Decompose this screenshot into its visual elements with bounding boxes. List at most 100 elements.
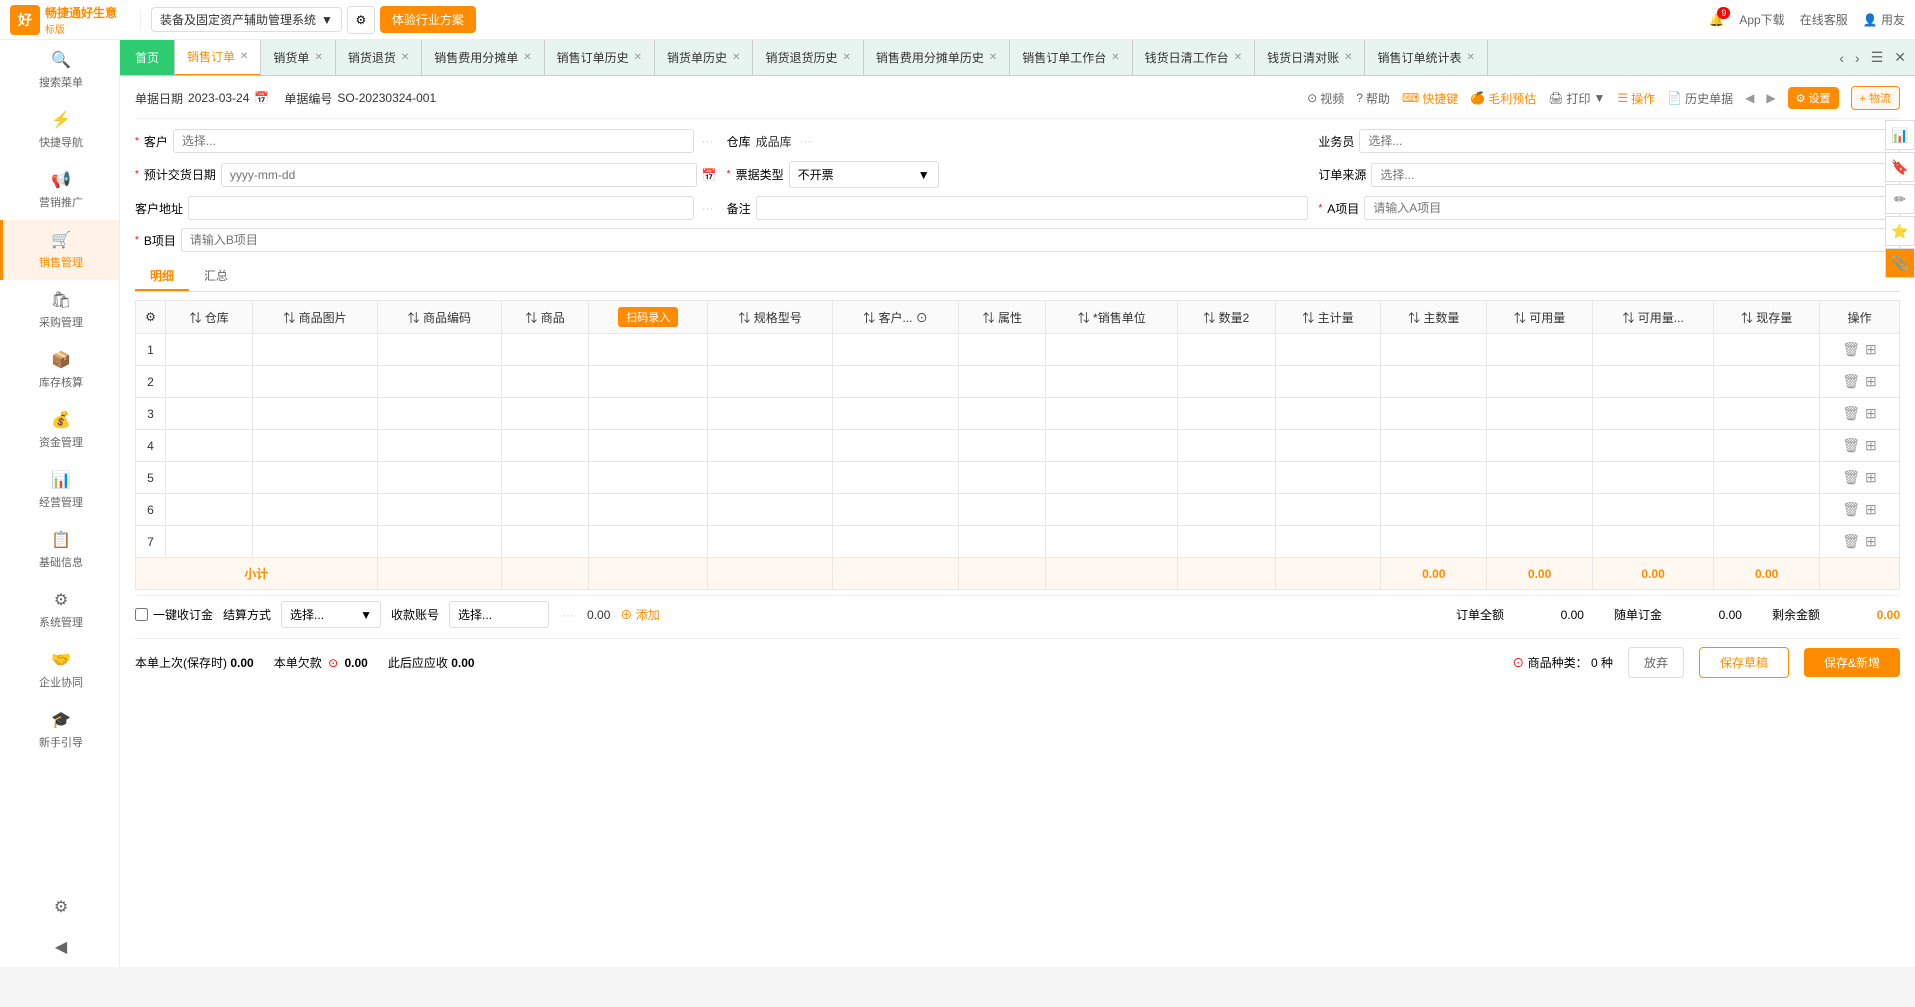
copy-row-icon[interactable]: ⊞ [1865,469,1877,486]
customer-more-btn[interactable]: ··· [699,134,717,148]
tab-close-all-btn[interactable]: ✕ [1890,47,1910,68]
logistics-float-btn[interactable]: + 物流 [1851,86,1900,110]
side-btn-1[interactable]: 📊 [1885,120,1915,150]
tab-sales_order[interactable]: 销售订单✕ [175,40,261,76]
customer-addr-input[interactable] [188,196,694,220]
side-btn-5[interactable]: 📎 [1885,248,1915,278]
detail-tab-detail[interactable]: 明细 [135,262,189,291]
sidebar-item-collapse[interactable]: ◀ [0,927,119,967]
sidebar-item-sales[interactable]: 🛒销售管理 [0,220,119,280]
shortcut-btn[interactable]: ⌨ 快捷键 [1402,90,1458,107]
tab-home[interactable]: 首页 [120,40,175,76]
delivery-date-input[interactable] [221,163,697,187]
history-btn[interactable]: 📄 历史单据 [1667,90,1733,107]
copy-row-icon[interactable]: ⊞ [1865,341,1877,358]
side-btn-2[interactable]: 🔖 [1885,152,1915,182]
tab-close-sales_order[interactable]: ✕ [240,51,248,62]
calendar-icon[interactable]: 📅 [254,91,269,105]
help-btn[interactable]: ? 帮助 [1356,90,1390,107]
tab-next-btn[interactable]: › [1851,48,1864,68]
notification-bell[interactable]: 🔔 9 [1709,13,1724,27]
delete-row-icon[interactable]: 🗑 [1842,501,1860,518]
sidebar-item-finance[interactable]: 💰资金管理 [0,400,119,460]
tab-sales_expense_split[interactable]: 销售费用分摊单✕ [422,40,544,76]
dots-btn[interactable]: ··· [559,608,577,622]
side-btn-3[interactable]: ✏ [1885,184,1915,214]
sidebar-item-enterprise[interactable]: 🤝企业协同 [0,640,119,700]
tab-close-sales_order_workbench[interactable]: ✕ [1111,52,1119,63]
sidebar-item-settings[interactable]: ⚙ [0,887,119,927]
one-click-label[interactable]: 一键收订金 [135,606,213,623]
account-select[interactable]: 选择... [449,601,549,628]
user-avatar[interactable]: 👤 用友 [1863,11,1905,28]
settings-icon[interactable]: ⚙ [347,6,375,34]
tab-close-sales_return[interactable]: ✕ [314,52,322,63]
copy-row-icon[interactable]: ⊞ [1865,501,1877,518]
tab-sales_return_history[interactable]: 销货单历史✕ [655,40,753,76]
industry-btn[interactable]: 体验行业方案 [380,6,476,33]
sidebar-item-search[interactable]: 🔍搜索菜单 [0,40,119,100]
scan-btn[interactable]: 扫码录入 [618,307,678,327]
app-download-link[interactable]: App下载 [1739,11,1784,28]
add-payment-btn[interactable]: ⊕ 添加 [620,606,659,623]
next-record-btn[interactable]: ▶ [1766,91,1775,105]
delete-row-icon[interactable]: 🗑 [1842,405,1860,422]
tab-sales_refund_history[interactable]: 销货退货历史✕ [753,40,863,76]
tab-prev-btn[interactable]: ‹ [1835,48,1848,68]
copy-row-icon[interactable]: ⊞ [1865,405,1877,422]
online-support-link[interactable]: 在线客服 [1800,11,1848,28]
tab-close-receivable_reconcile[interactable]: ✕ [1344,52,1352,63]
tab-close-sales_return_history[interactable]: ✕ [732,52,740,63]
view-btn[interactable]: ⊙ 视频 [1307,90,1344,107]
copy-row-icon[interactable]: ⊞ [1865,373,1877,390]
project-b-input[interactable] [181,228,1900,252]
tab-sales_stats[interactable]: 销售订单统计表✕ [1365,40,1487,76]
sidebar-item-marketing[interactable]: 📢营销推广 [0,160,119,220]
warehouse-more-btn[interactable]: ··· [797,134,815,148]
prev-record-btn[interactable]: ◀ [1745,91,1754,105]
copy-row-icon[interactable]: ⊞ [1865,533,1877,550]
discard-btn[interactable]: 放弃 [1628,647,1684,678]
tab-close-sales_refund[interactable]: ✕ [401,52,409,63]
customer-input[interactable] [173,129,694,153]
order-source-input[interactable] [1371,163,1900,187]
delete-row-icon[interactable]: 🗑 [1842,437,1860,454]
save-draft-btn[interactable]: 保存草稿 [1699,647,1789,678]
side-btn-4[interactable]: ⭐ [1885,216,1915,246]
tab-close-sales_expense_history[interactable]: ✕ [989,52,997,63]
tab-sales_order_history[interactable]: 销售订单历史✕ [545,40,655,76]
tab-sales_order_workbench[interactable]: 销售订单工作台✕ [1010,40,1132,76]
sidebar-item-inventory[interactable]: 📦库存核算 [0,340,119,400]
sidebar-item-purchase[interactable]: 🛍采购管理 [0,280,119,340]
print-btn[interactable]: 🖨 打印 ▼ [1548,90,1605,107]
sidebar-item-system[interactable]: ⚙系统管理 [0,580,119,640]
one-click-checkbox[interactable] [135,608,148,621]
sidebar-item-basic[interactable]: 📋基础信息 [0,520,119,580]
save-new-btn[interactable]: 保存&新增 [1804,648,1900,677]
staff-input[interactable] [1359,129,1900,153]
sidebar-item-quicknav[interactable]: ⚡快捷导航 [0,100,119,160]
sidebar-item-operation[interactable]: 📊经营管理 [0,460,119,520]
delete-row-icon[interactable]: 🗑 [1842,341,1860,358]
delivery-calendar-icon[interactable]: 📅 [702,168,717,182]
customer-addr-more-btn[interactable]: ··· [699,201,717,215]
operations-btn[interactable]: ☰ 操作 [1617,90,1655,107]
profit-btn[interactable]: 🍊 毛利预估 [1470,90,1536,107]
tab-close-sales_refund_history[interactable]: ✕ [842,52,850,63]
note-input[interactable] [756,196,1309,220]
sidebar-item-guide[interactable]: 🎓新手引导 [0,700,119,760]
tab-sales_refund[interactable]: 销货退货✕ [336,40,422,76]
tab-close-sales_order_history[interactable]: ✕ [634,52,642,63]
tab-menu-btn[interactable]: ☰ [1867,47,1888,68]
tab-sales_expense_history[interactable]: 销售费用分摊单历史✕ [864,40,1010,76]
delete-row-icon[interactable]: 🗑 [1842,373,1860,390]
tab-close-receivable_workbench[interactable]: ✕ [1234,52,1242,63]
project-a-input[interactable] [1364,196,1900,220]
tab-close-sales_expense_split[interactable]: ✕ [523,52,531,63]
app-selector[interactable]: 装备及固定资产辅助管理系统 ▼ [151,7,342,32]
settings-float-btn[interactable]: ⚙ 设置 [1788,87,1839,109]
tab-close-sales_stats[interactable]: ✕ [1467,52,1475,63]
th-settings[interactable]: ⚙ [136,301,166,334]
tab-receivable_reconcile[interactable]: 钱货日清对账✕ [1255,40,1365,76]
settlement-select[interactable]: 选择... ▼ [281,601,381,628]
